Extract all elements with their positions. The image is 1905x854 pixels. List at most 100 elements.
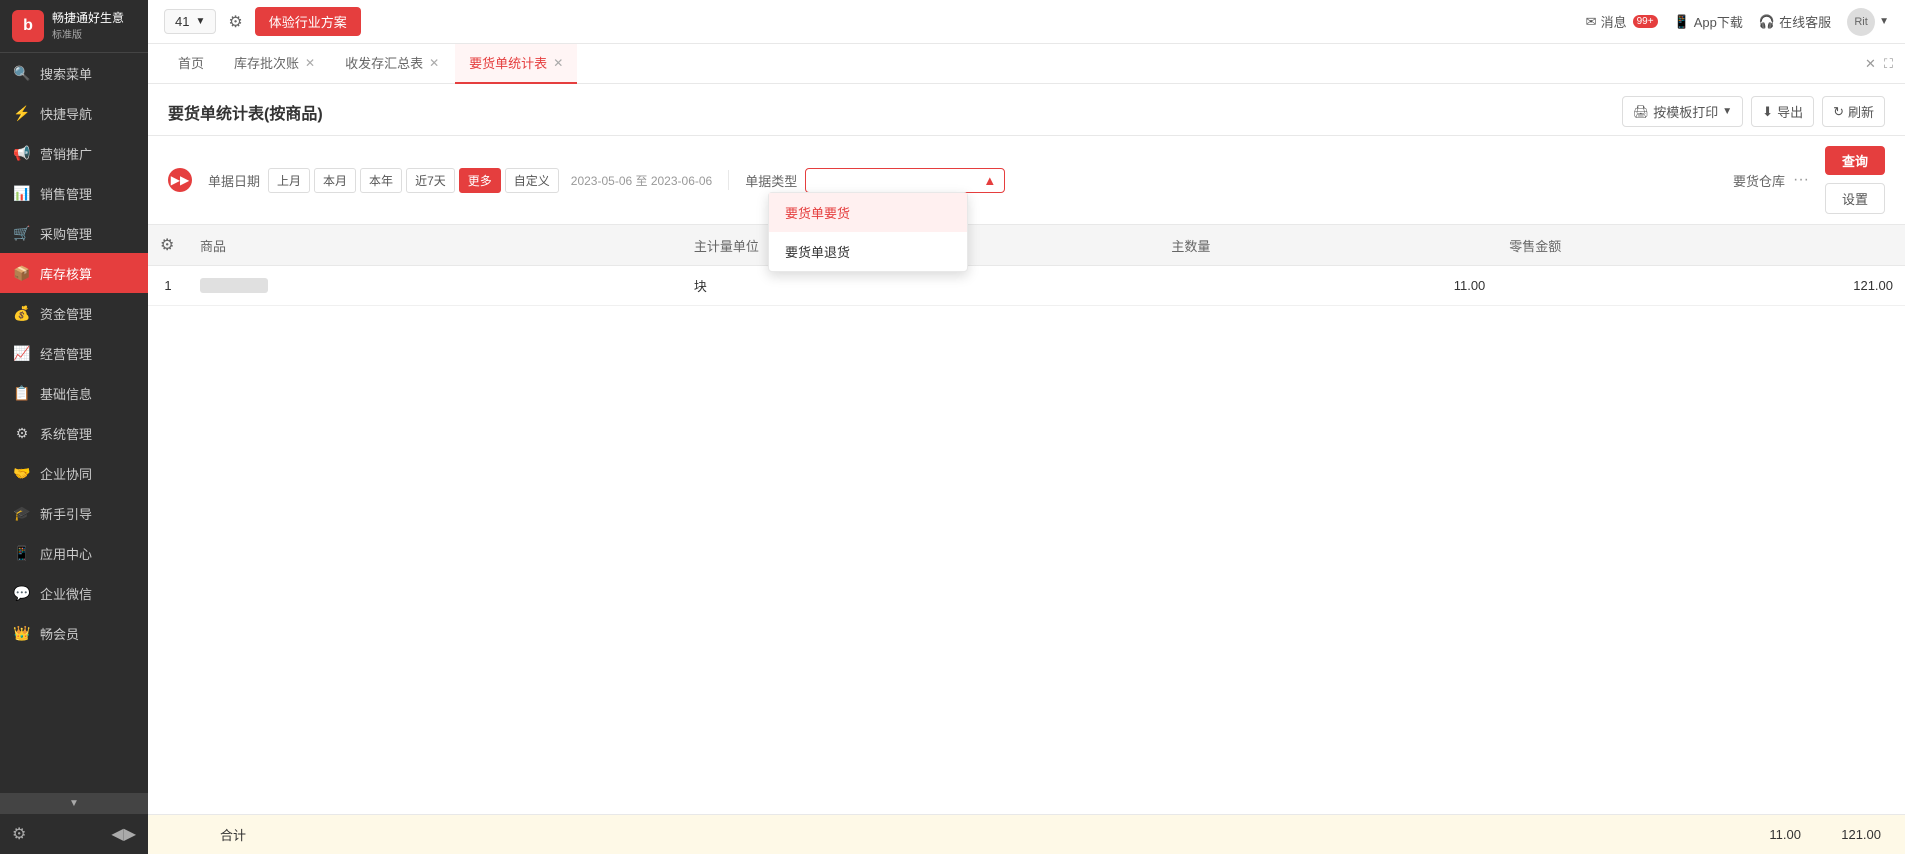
nav-label-basic-info: 基础信息 — [40, 384, 92, 403]
more-dates-btn[interactable]: 更多 — [459, 168, 501, 193]
type-input[interactable] — [814, 173, 977, 188]
nav-icon-marketing: 📢 — [12, 143, 32, 163]
nav-icon-guide: 🎓 — [12, 503, 32, 523]
tab-close-2[interactable]: ✕ — [429, 57, 439, 69]
print-button[interactable]: 🖨 按模板打印 ▼ — [1622, 96, 1743, 127]
nav-icon-system: ⚙ — [12, 423, 32, 443]
sidebar-item-basic-info[interactable]: 📋 基础信息 — [0, 373, 148, 413]
export-button[interactable]: ⬇ 导出 — [1751, 96, 1814, 127]
sidebar-item-guide[interactable]: 🎓 新手引导 — [0, 493, 148, 533]
date-filter-group: 单据日期 上月 本月 本年 近7天 更多 自定义 2023-05-06 至 20… — [208, 168, 712, 193]
sidebar: b 畅捷通好生意 标准版 🔍 搜索菜单 ⚡ 快捷导航 📢 营销推广 📊 销售管理… — [0, 0, 148, 854]
nav-label-operation: 经营管理 — [40, 344, 92, 363]
footer-label: 合计 — [208, 825, 408, 844]
table-footer: 合计 11.00 121.00 — [148, 814, 1905, 854]
sidebar-item-finance[interactable]: 💰 资金管理 — [0, 293, 148, 333]
filter-divider — [728, 170, 729, 190]
last-7-days-btn[interactable]: 近7天 — [406, 168, 455, 193]
top-header: 41 ▼ ⚙ 体验行业方案 ✉ 消息 99+ 📱 App下载 🎧 在线客服 — [148, 0, 1905, 44]
prev-month-btn[interactable]: 上月 — [268, 168, 310, 193]
tab-close-3[interactable]: ✕ — [553, 57, 563, 69]
store-selector[interactable]: 41 ▼ — [164, 9, 216, 34]
nav-icon-search-menu: 🔍 — [12, 63, 32, 83]
nav-label-inventory: 库存核算 — [40, 264, 92, 283]
custom-date-btn[interactable]: 自定义 — [505, 168, 559, 193]
date-shortcuts: 上月 本月 本年 近7天 更多 自定义 — [268, 168, 559, 193]
date-label: 单据日期 — [208, 171, 260, 190]
header-left: 41 ▼ ⚙ 体验行业方案 — [164, 7, 361, 36]
expand-filter-button[interactable]: ▶▶ — [168, 168, 192, 192]
nav-label-purchase: 采购管理 — [40, 224, 92, 243]
type-dropdown[interactable]: 要货单要货要货单退货 — [768, 192, 968, 272]
logo-text: 畅捷通好生意 — [52, 11, 124, 27]
settings-icon[interactable]: ⚙ — [12, 824, 26, 844]
sidebar-item-marketing[interactable]: 📢 营销推广 — [0, 133, 148, 173]
chevron-down-icon: ▼ — [1879, 16, 1889, 27]
query-button[interactable]: 查询 — [1825, 146, 1885, 175]
nav-label-marketing: 营销推广 — [40, 144, 92, 163]
page-header: 要货单统计表(按商品) 🖨 按模板打印 ▼ ⬇ 导出 ↻ 刷新 — [148, 84, 1905, 136]
tab-label-3: 要货单统计表 — [469, 53, 547, 72]
refresh-button[interactable]: ↻ 刷新 — [1822, 96, 1885, 127]
online-service-action[interactable]: 🎧 在线客服 — [1759, 12, 1831, 31]
sidebar-nav: 🔍 搜索菜单 ⚡ 快捷导航 📢 营销推广 📊 销售管理 🛒 采购管理 📦 库存核… — [0, 53, 148, 793]
cur-year-btn[interactable]: 本年 — [360, 168, 402, 193]
td-amount: 121.00 — [1497, 266, 1905, 306]
tab-1[interactable]: 库存批次账 ✕ — [220, 44, 329, 84]
sidebar-item-enterprise[interactable]: 🤝 企业协同 — [0, 453, 148, 493]
message-action[interactable]: ✉ 消息 99+ — [1586, 12, 1658, 31]
fullscreen-icon[interactable]: ⛶ — [1884, 56, 1893, 72]
tab-label-0: 首页 — [178, 53, 204, 72]
sidebar-item-purchase[interactable]: 🛒 采购管理 — [0, 213, 148, 253]
sidebar-item-app-center[interactable]: 📱 应用中心 — [0, 533, 148, 573]
logo-icon: b — [12, 10, 44, 42]
settings-icon[interactable]: ⚙ — [228, 12, 242, 32]
dropdown-item-要货单退货[interactable]: 要货单退货 — [769, 232, 967, 271]
chevron-up-icon[interactable]: ▲ — [983, 173, 996, 188]
tab-label-2: 收发存汇总表 — [345, 53, 423, 72]
table-settings-icon[interactable]: ⚙ — [160, 237, 174, 254]
content-area: 要货单统计表(按商品) 🖨 按模板打印 ▼ ⬇ 导出 ↻ 刷新 ▶▶ — [148, 84, 1905, 854]
dropdown-item-要货单要货[interactable]: 要货单要货 — [769, 193, 967, 232]
sidebar-item-system[interactable]: ⚙ 系统管理 — [0, 413, 148, 453]
collapse-icon[interactable]: ◀▶ — [111, 824, 136, 844]
filter-bar: ▶▶ 单据日期 上月 本月 本年 近7天 更多 自定义 2023-05-06 至… — [148, 136, 1905, 225]
user-avatar[interactable]: Rit ▼ — [1847, 8, 1889, 36]
nav-icon-wechat: 💬 — [12, 583, 32, 603]
nav-icon-quick-nav: ⚡ — [12, 103, 32, 123]
nav-label-app-center: 应用中心 — [40, 544, 92, 563]
tab-bar-right: ✕ ⛶ — [1853, 56, 1905, 72]
sidebar-item-member[interactable]: 👑 畅会员 — [0, 613, 148, 653]
data-table: ⚙ 商品 主计量单位 主数量 零售金额 1 ████ ███ 块 11.00 1… — [148, 225, 1905, 306]
sidebar-item-wechat[interactable]: 💬 企业微信 — [0, 573, 148, 613]
app-download-action[interactable]: 📱 App下载 — [1674, 12, 1743, 31]
more-options-icon[interactable]: ··· — [1793, 171, 1809, 189]
type-input-wrapper[interactable]: ▲ — [805, 168, 1005, 193]
nav-label-quick-nav: 快捷导航 — [40, 104, 92, 123]
tab-3[interactable]: 要货单统计表 ✕ — [455, 44, 577, 84]
td-qty: 11.00 — [1159, 266, 1497, 306]
type-label: 单据类型 — [745, 171, 797, 190]
sidebar-scroll-down[interactable]: ▼ — [0, 793, 148, 813]
store-name: 41 — [175, 14, 189, 29]
tab-close-1[interactable]: ✕ — [305, 57, 315, 69]
sidebar-item-sales[interactable]: 📊 销售管理 — [0, 173, 148, 213]
cur-month-btn[interactable]: 本月 — [314, 168, 356, 193]
table-row: 1 ████ ███ 块 11.00 121.00 — [148, 266, 1905, 306]
warehouse-label: 要货仓库 — [1733, 171, 1785, 190]
tab-0[interactable]: 首页 — [164, 44, 218, 84]
trial-button[interactable]: 体验行业方案 — [255, 7, 361, 36]
close-all-icon[interactable]: ✕ — [1865, 56, 1876, 72]
filter-buttons: 查询 设置 — [1825, 146, 1885, 214]
sidebar-item-quick-nav[interactable]: ⚡ 快捷导航 — [0, 93, 148, 133]
tab-2[interactable]: 收发存汇总表 ✕ — [331, 44, 453, 84]
sidebar-item-inventory[interactable]: 📦 库存核算 — [0, 253, 148, 293]
nav-label-system: 系统管理 — [40, 424, 92, 443]
tab-label-1: 库存批次账 — [234, 53, 299, 72]
setting-button[interactable]: 设置 — [1825, 183, 1885, 214]
sidebar-item-search-menu[interactable]: 🔍 搜索菜单 — [0, 53, 148, 93]
footer-amount: 121.00 — [1813, 827, 1893, 842]
print-icon: 🖨 — [1633, 104, 1650, 120]
sidebar-item-operation[interactable]: 📈 经营管理 — [0, 333, 148, 373]
type-filter-group: 单据类型 ▲ — [745, 168, 1005, 193]
